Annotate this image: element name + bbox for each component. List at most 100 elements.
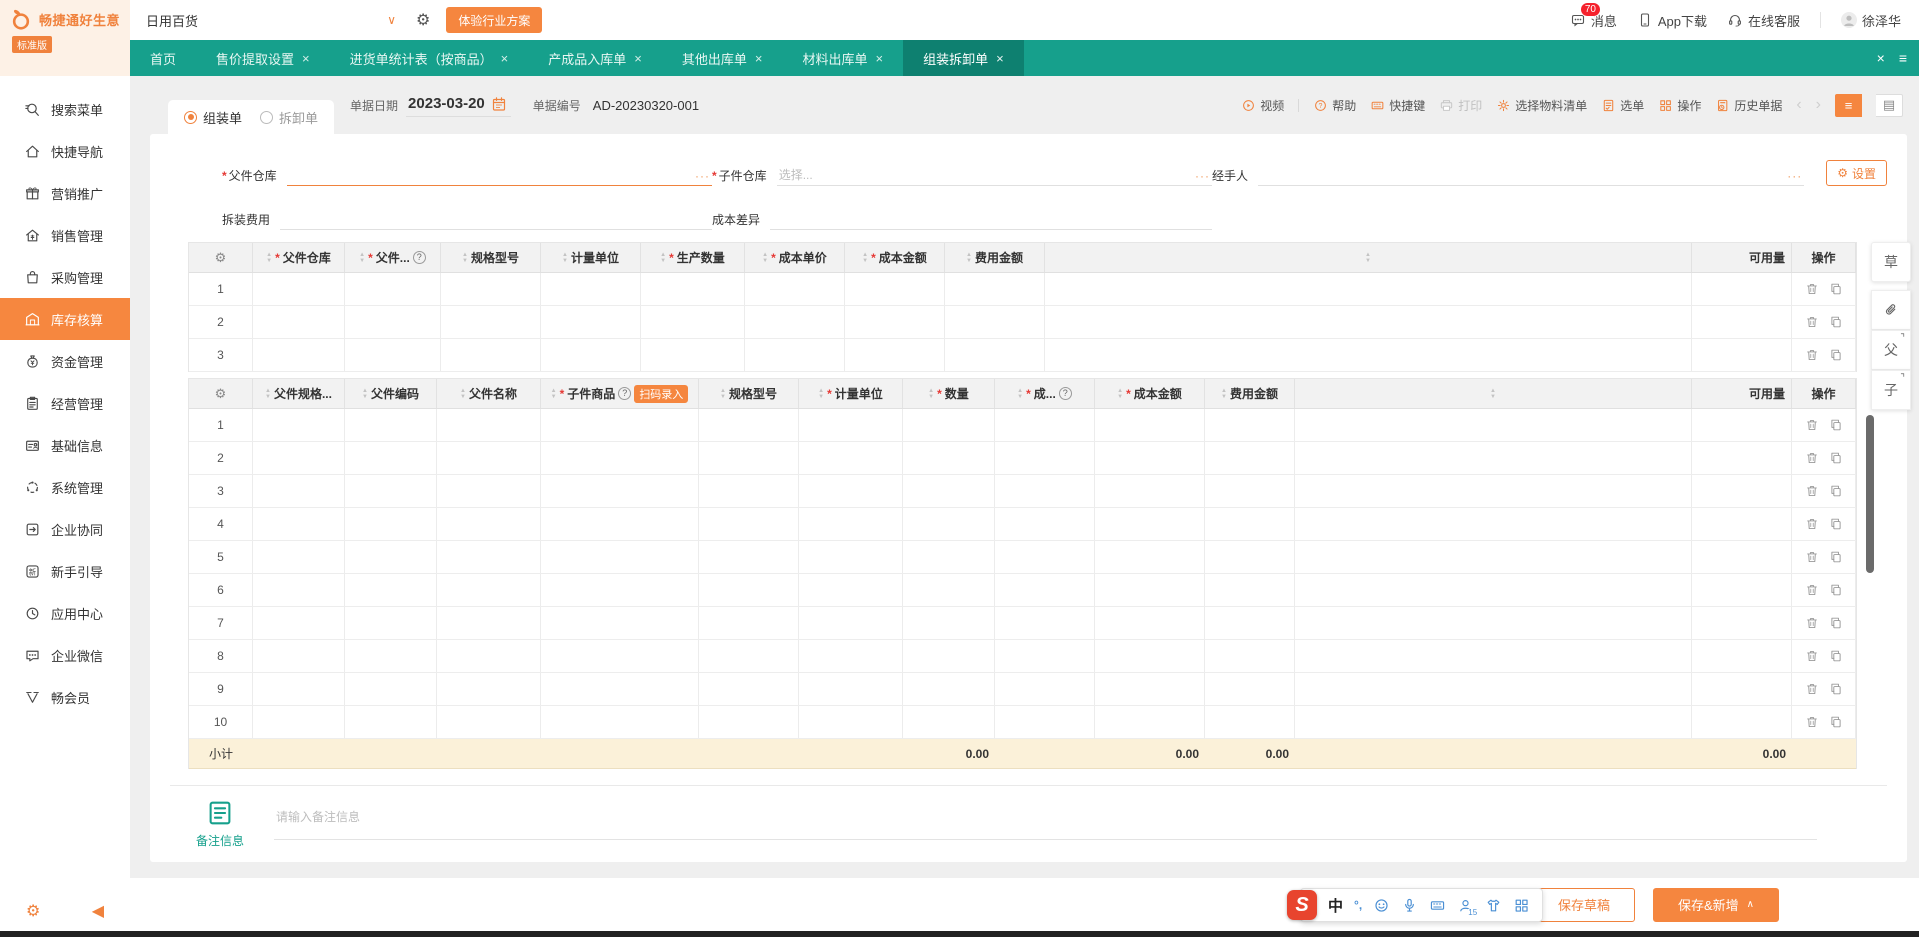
grid-cell[interactable] xyxy=(995,541,1095,573)
trash-icon[interactable] xyxy=(1805,583,1819,597)
remark-input[interactable]: 请输入备注信息 xyxy=(274,808,1817,840)
parent-table-col-0[interactable]: ⚙ xyxy=(189,243,253,272)
online-service-button[interactable]: 在线客服 xyxy=(1727,11,1800,30)
grid-cell[interactable] xyxy=(641,339,745,371)
grid-cell[interactable] xyxy=(1295,475,1692,507)
grid-cell[interactable] xyxy=(699,673,799,705)
grid-cell[interactable] xyxy=(1692,706,1792,738)
grid-cell[interactable] xyxy=(541,508,699,540)
parent-table-col-9[interactable]: ▲ ▼ xyxy=(1045,243,1692,272)
sort-icon[interactable]: ▲ ▼ xyxy=(551,388,557,400)
grid-cell[interactable] xyxy=(1045,273,1692,305)
grid-cell[interactable] xyxy=(1692,541,1792,573)
grid-cell[interactable] xyxy=(699,475,799,507)
grid-cell[interactable] xyxy=(1692,673,1792,705)
grid-cell[interactable] xyxy=(253,574,345,606)
sort-icon[interactable]: ▲ ▼ xyxy=(966,252,972,264)
grid-cell[interactable] xyxy=(1692,475,1792,507)
grid-cell[interactable] xyxy=(541,706,699,738)
grid-cell[interactable] xyxy=(799,607,903,639)
sidebar-item-9[interactable]: 系统管理 xyxy=(0,466,130,508)
grid-cell[interactable] xyxy=(745,339,845,371)
tab-6[interactable]: 组装拆卸单 × xyxy=(903,40,1024,76)
collapse-sidebar-icon[interactable]: ◀ xyxy=(92,901,104,921)
grid-cell[interactable] xyxy=(1205,607,1295,639)
child-table-col-10[interactable]: ▲ ▼ 费用金额 xyxy=(1205,379,1295,408)
grid-cell[interactable] xyxy=(1692,409,1792,441)
cost-diff-field[interactable]: 成本差异 xyxy=(712,210,1212,236)
sidebar-item-10[interactable]: 企业协同 xyxy=(0,508,130,550)
grid-cell[interactable] xyxy=(253,640,345,672)
save-draft-button[interactable]: 保存草稿 xyxy=(1532,887,1635,922)
grid-cell[interactable] xyxy=(903,409,995,441)
grid-cell[interactable] xyxy=(1295,442,1692,474)
grid-cell[interactable] xyxy=(945,273,1045,305)
tab-2[interactable]: 进货单统计表（按商品） × xyxy=(330,40,529,76)
grid-cell[interactable] xyxy=(345,673,437,705)
grid-cell[interactable] xyxy=(1095,475,1205,507)
sort-icon[interactable]: ▲ ▼ xyxy=(462,252,468,264)
sort-icon[interactable]: ▲ ▼ xyxy=(720,388,726,400)
grid-cell[interactable] xyxy=(945,306,1045,338)
trash-icon[interactable] xyxy=(1805,484,1819,498)
grid-cell[interactable] xyxy=(345,409,437,441)
grid-cell[interactable] xyxy=(995,442,1095,474)
grid-cell[interactable] xyxy=(345,607,437,639)
trash-icon[interactable] xyxy=(1805,282,1819,296)
emoji-icon[interactable] xyxy=(1373,897,1390,914)
skin-icon[interactable] xyxy=(1485,897,1502,914)
grid-cell[interactable] xyxy=(945,339,1045,371)
grid-cell[interactable] xyxy=(253,607,345,639)
grid-cell[interactable] xyxy=(1205,409,1295,441)
grid-cell[interactable] xyxy=(1045,339,1692,371)
grid-cell[interactable] xyxy=(441,306,541,338)
grid-cell[interactable] xyxy=(699,508,799,540)
tab-close-icon[interactable]: × xyxy=(996,51,1004,66)
grid-cell[interactable] xyxy=(995,508,1095,540)
grid-cell[interactable] xyxy=(541,541,699,573)
grid-cell[interactable] xyxy=(1692,306,1792,338)
tab-0[interactable]: 首页 xyxy=(130,40,196,76)
grid-cell[interactable] xyxy=(437,508,541,540)
grid-cell[interactable] xyxy=(1045,306,1692,338)
grid-cell[interactable] xyxy=(1095,706,1205,738)
grid-cell[interactable] xyxy=(845,273,945,305)
grid-cell[interactable] xyxy=(799,574,903,606)
grid-cell[interactable] xyxy=(903,475,995,507)
grid-cell[interactable] xyxy=(903,442,995,474)
ellipsis-icon[interactable]: ··· xyxy=(1195,169,1210,183)
attachment-button[interactable] xyxy=(1871,290,1911,330)
copy-icon[interactable] xyxy=(1829,315,1843,329)
grid-cell[interactable] xyxy=(903,574,995,606)
grid-cell[interactable] xyxy=(541,306,641,338)
grid-cell[interactable] xyxy=(1692,273,1792,305)
trash-icon[interactable] xyxy=(1805,715,1819,729)
grid-cell[interactable] xyxy=(995,409,1095,441)
grid-cell[interactable] xyxy=(437,706,541,738)
store-selector[interactable]: 日用百货 ∨ xyxy=(146,11,396,30)
grid-cell[interactable] xyxy=(995,607,1095,639)
vertical-scrollbar[interactable] xyxy=(1866,415,1874,573)
grid-cell[interactable] xyxy=(541,409,699,441)
list-view-toggle[interactable]: ≡ xyxy=(1835,93,1862,117)
grid-cell[interactable] xyxy=(541,339,641,371)
trash-icon[interactable] xyxy=(1805,517,1819,531)
sort-icon[interactable]: ▲ ▼ xyxy=(266,252,272,264)
doc-action-7[interactable]: 历史单据 xyxy=(1715,97,1782,114)
grid-cell[interactable] xyxy=(437,607,541,639)
sort-icon[interactable]: ▲ ▼ xyxy=(460,388,466,400)
copy-icon[interactable] xyxy=(1829,715,1843,729)
tab-5[interactable]: 材料出库单 × xyxy=(782,40,903,76)
child-table-col-3[interactable]: ▲ ▼ 父件名称 xyxy=(437,379,541,408)
grid-cell[interactable] xyxy=(903,640,995,672)
child-table-col-6[interactable]: ▲ ▼ * 计量单位 xyxy=(799,379,903,408)
grid-icon[interactable] xyxy=(1513,897,1530,914)
app-download-button[interactable]: App下载 xyxy=(1637,11,1707,30)
grid-cell[interactable] xyxy=(253,339,345,371)
grid-cell[interactable] xyxy=(253,273,345,305)
grid-cell[interactable] xyxy=(437,442,541,474)
sidebar-item-14[interactable]: 畅会员 xyxy=(0,676,130,718)
tab-3[interactable]: 产成品入库单 × xyxy=(528,40,662,76)
sidebar-item-5[interactable]: 库存核算 xyxy=(0,298,130,340)
grid-cell[interactable] xyxy=(1692,442,1792,474)
